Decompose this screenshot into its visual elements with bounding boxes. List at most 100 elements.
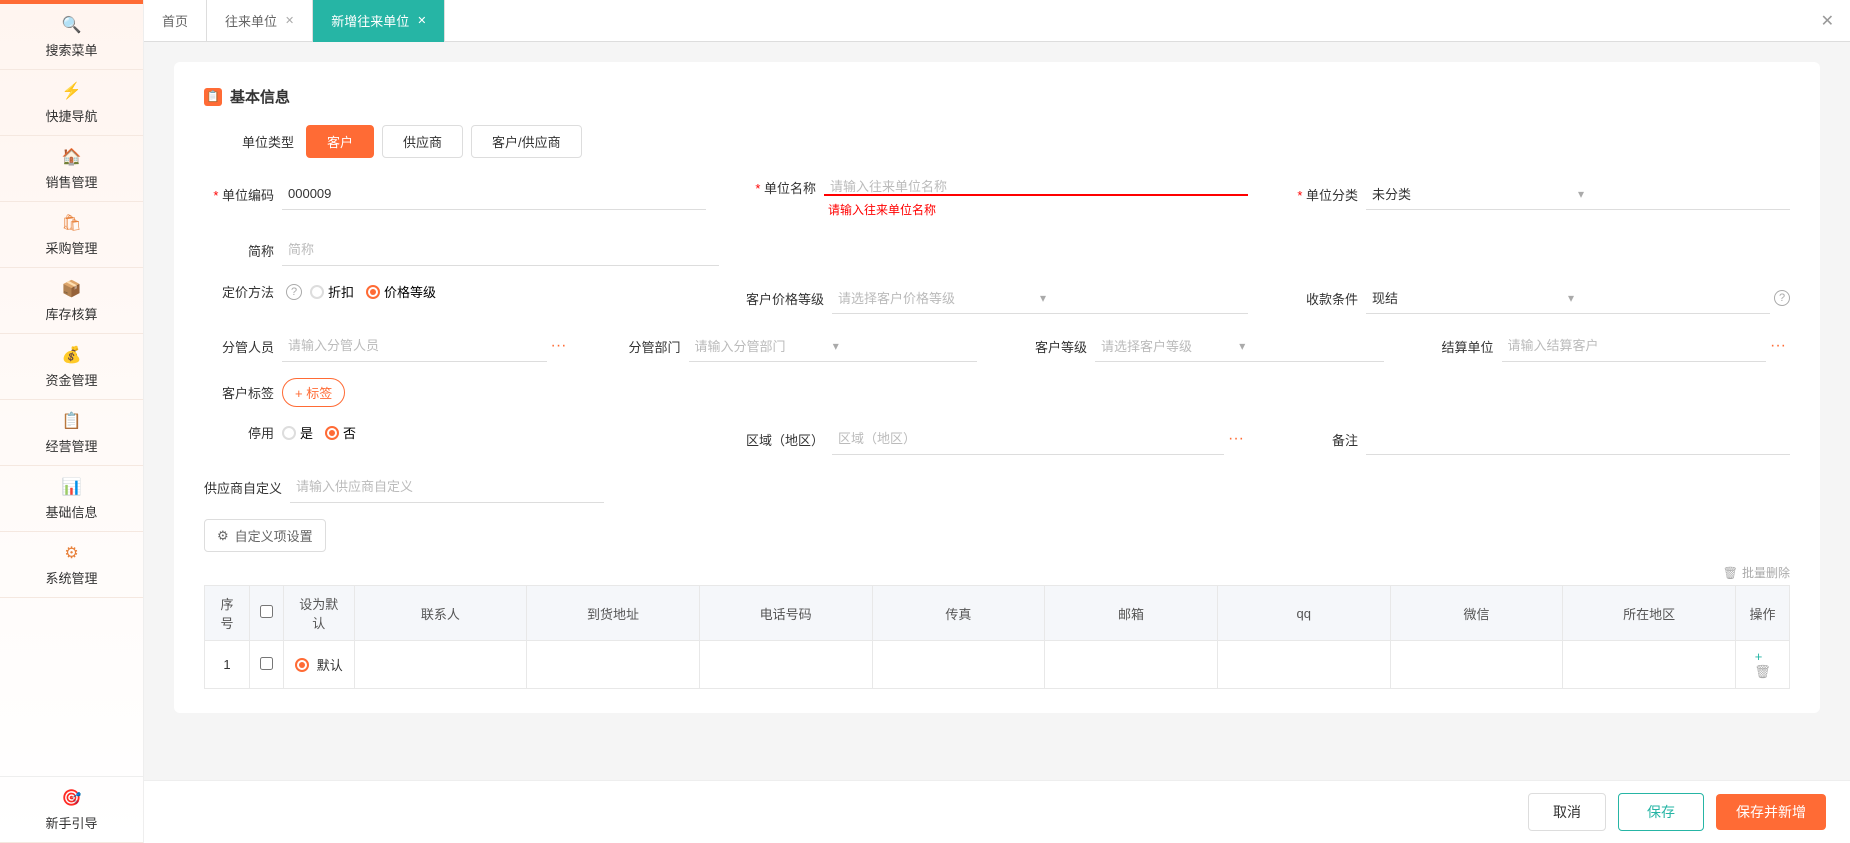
row-action-cell: + 🗑 (1736, 641, 1790, 689)
tab-add-partner[interactable]: 新增往来单位 ✕ (313, 0, 445, 42)
supervisor-dots-button[interactable]: ··· (547, 337, 571, 355)
contact-input[interactable] (365, 657, 517, 672)
sidebar-item-inventory[interactable]: 📦 库存核算 (0, 268, 143, 334)
fax-input[interactable] (883, 657, 1035, 672)
delete-row-button[interactable]: 🗑 (1754, 664, 1771, 679)
form-area: 📋 基本信息 单位类型 客户 供应商 客户/供应商 单位编码 000009 (144, 42, 1850, 780)
qq-input[interactable] (1228, 657, 1380, 672)
phone-input[interactable] (710, 657, 862, 672)
sidebar-item-label: 搜索菜单 (45, 40, 97, 59)
search-menu-icon: 🔍 (61, 14, 83, 36)
address-input[interactable] (537, 657, 689, 672)
unit-name-error: 请输入往来单位名称 (828, 201, 936, 218)
finance-icon: 💰 (61, 344, 83, 366)
window-close-button[interactable]: ✕ (1805, 11, 1850, 31)
unit-name-input[interactable] (824, 179, 1248, 196)
region-dots-button[interactable]: ··· (1224, 430, 1248, 448)
disabled-label: 停用 (204, 423, 274, 442)
sidebar-item-purchase[interactable]: 🛍 采购管理 (0, 202, 143, 268)
unit-category-select[interactable]: 未分类 ▾ (1366, 178, 1790, 210)
pricing-discount-label: 折扣 (328, 282, 354, 301)
col-action: 操作 (1736, 586, 1790, 641)
settlement-dots-button[interactable]: ··· (1766, 337, 1790, 355)
payment-terms-select[interactable]: 现结 ▾ (1366, 282, 1770, 314)
purchase-icon: 🛍 (61, 212, 83, 234)
cancel-button[interactable]: 取消 (1528, 793, 1606, 831)
sidebar-item-operations[interactable]: 📋 经营管理 (0, 400, 143, 466)
supervisor-input[interactable] (282, 330, 547, 362)
sidebar-item-quicknav[interactable]: ⚡ 快捷导航 (0, 70, 143, 136)
supervisor-label: 分管人员 (204, 337, 274, 356)
unit-btn-both[interactable]: 客户/供应商 (471, 125, 582, 158)
pricing-radio-level[interactable]: 价格等级 (366, 282, 436, 301)
add-row-button[interactable]: + (1755, 649, 1763, 664)
batch-delete-label[interactable]: 批量删除 (1742, 564, 1790, 581)
sidebar-item-label: 新手引导 (45, 813, 97, 832)
disabled-radio-yes[interactable]: 是 (282, 423, 313, 442)
payment-help-icon[interactable]: ? (1774, 290, 1790, 306)
tab-partner-list-close[interactable]: ✕ (285, 14, 294, 27)
tab-add-partner-label: 新增往来单位 (331, 11, 409, 30)
wechat-input[interactable] (1401, 657, 1553, 672)
department-select[interactable]: 请输入分管部门 ▾ (689, 330, 978, 362)
sidebar-item-finance[interactable]: 💰 资金管理 (0, 334, 143, 400)
sidebar-item-sysmgmt[interactable]: ⚙ 系统管理 (0, 532, 143, 598)
row-contact[interactable] (354, 641, 527, 689)
sidebar-item-newguide[interactable]: 🎯 新手引导 (0, 776, 143, 843)
pricing-help-icon[interactable]: ? (286, 284, 302, 300)
tab-partner-list[interactable]: 往来单位 ✕ (207, 0, 313, 42)
col-qq: qq (1217, 586, 1390, 641)
customer-tags-label: 客户标签 (204, 383, 274, 402)
sidebar-item-basicinfo[interactable]: 📊 基础信息 (0, 466, 143, 532)
row-region-input[interactable] (1573, 657, 1725, 672)
unit-category-value: 未分类 (1372, 184, 1578, 203)
supplier-custom-input[interactable] (290, 471, 604, 503)
customer-price-select[interactable]: 请选择客户价格等级 ▾ (832, 282, 1248, 314)
select-all-checkbox[interactable] (260, 605, 273, 618)
sidebar-item-sales[interactable]: 🏠 销售管理 (0, 136, 143, 202)
form-row-4: 分管人员 ··· 分管部门 请输入分管部门 ▾ 客户等级 请选择客户等级 (204, 330, 1790, 362)
supervisor-field: 分管人员 ··· (204, 330, 571, 362)
section-title: 基本信息 (230, 86, 290, 107)
row-email[interactable] (1045, 641, 1218, 689)
row-checkbox[interactable] (260, 657, 273, 670)
settlement-unit-input[interactable] (1502, 330, 1767, 362)
custom-settings-button[interactable]: ⚙ 自定义项设置 (204, 519, 326, 552)
email-input[interactable] (1055, 657, 1207, 672)
customer-level-select[interactable]: 请选择客户等级 ▾ (1095, 330, 1384, 362)
form-row-1: 单位编码 000009 单位名称 请输入往来单位名称 (204, 178, 1790, 218)
row-region[interactable] (1563, 641, 1736, 689)
tab-home[interactable]: 首页 (144, 0, 207, 42)
main-content: 首页 往来单位 ✕ 新增往来单位 ✕ ✕ 📋 基本信息 单位类型 客户 供应商 … (144, 0, 1850, 843)
unit-code-input[interactable]: 000009 (282, 178, 706, 210)
save-and-new-button[interactable]: 保存并新增 (1716, 794, 1826, 830)
sidebar-item-search[interactable]: 🔍 搜索菜单 (0, 4, 143, 70)
disabled-radio-no[interactable]: 否 (325, 423, 356, 442)
payment-terms-value: 现结 (1372, 288, 1568, 307)
radio-level-circle (366, 285, 380, 299)
default-label: 默认 (317, 655, 343, 674)
short-name-input[interactable] (282, 234, 719, 266)
row-qq[interactable] (1217, 641, 1390, 689)
remark-input[interactable] (1366, 423, 1790, 455)
default-radio[interactable]: 默认 (294, 655, 343, 674)
row-address[interactable] (527, 641, 700, 689)
gear-icon: ⚙ (217, 528, 229, 544)
col-default: 设为默认 (284, 586, 354, 641)
add-tag-button[interactable]: + 标签 (282, 378, 345, 407)
supplier-custom-field: 供应商自定义 (204, 471, 604, 503)
save-button[interactable]: 保存 (1618, 793, 1704, 831)
settlement-unit-label: 结算单位 (1424, 337, 1494, 356)
unit-btn-customer[interactable]: 客户 (306, 125, 374, 158)
unit-type-row: 单位类型 客户 供应商 客户/供应商 (204, 125, 1790, 158)
col-checkbox (250, 586, 284, 641)
region-input[interactable] (832, 423, 1224, 455)
section-header: 📋 基本信息 (204, 86, 1790, 107)
row-fax[interactable] (872, 641, 1045, 689)
unit-name-label: 单位名称 (746, 178, 816, 197)
unit-btn-supplier[interactable]: 供应商 (382, 125, 463, 158)
row-wechat[interactable] (1390, 641, 1563, 689)
tab-add-partner-close[interactable]: ✕ (417, 14, 426, 27)
pricing-radio-discount[interactable]: 折扣 (310, 282, 354, 301)
row-phone[interactable] (699, 641, 872, 689)
